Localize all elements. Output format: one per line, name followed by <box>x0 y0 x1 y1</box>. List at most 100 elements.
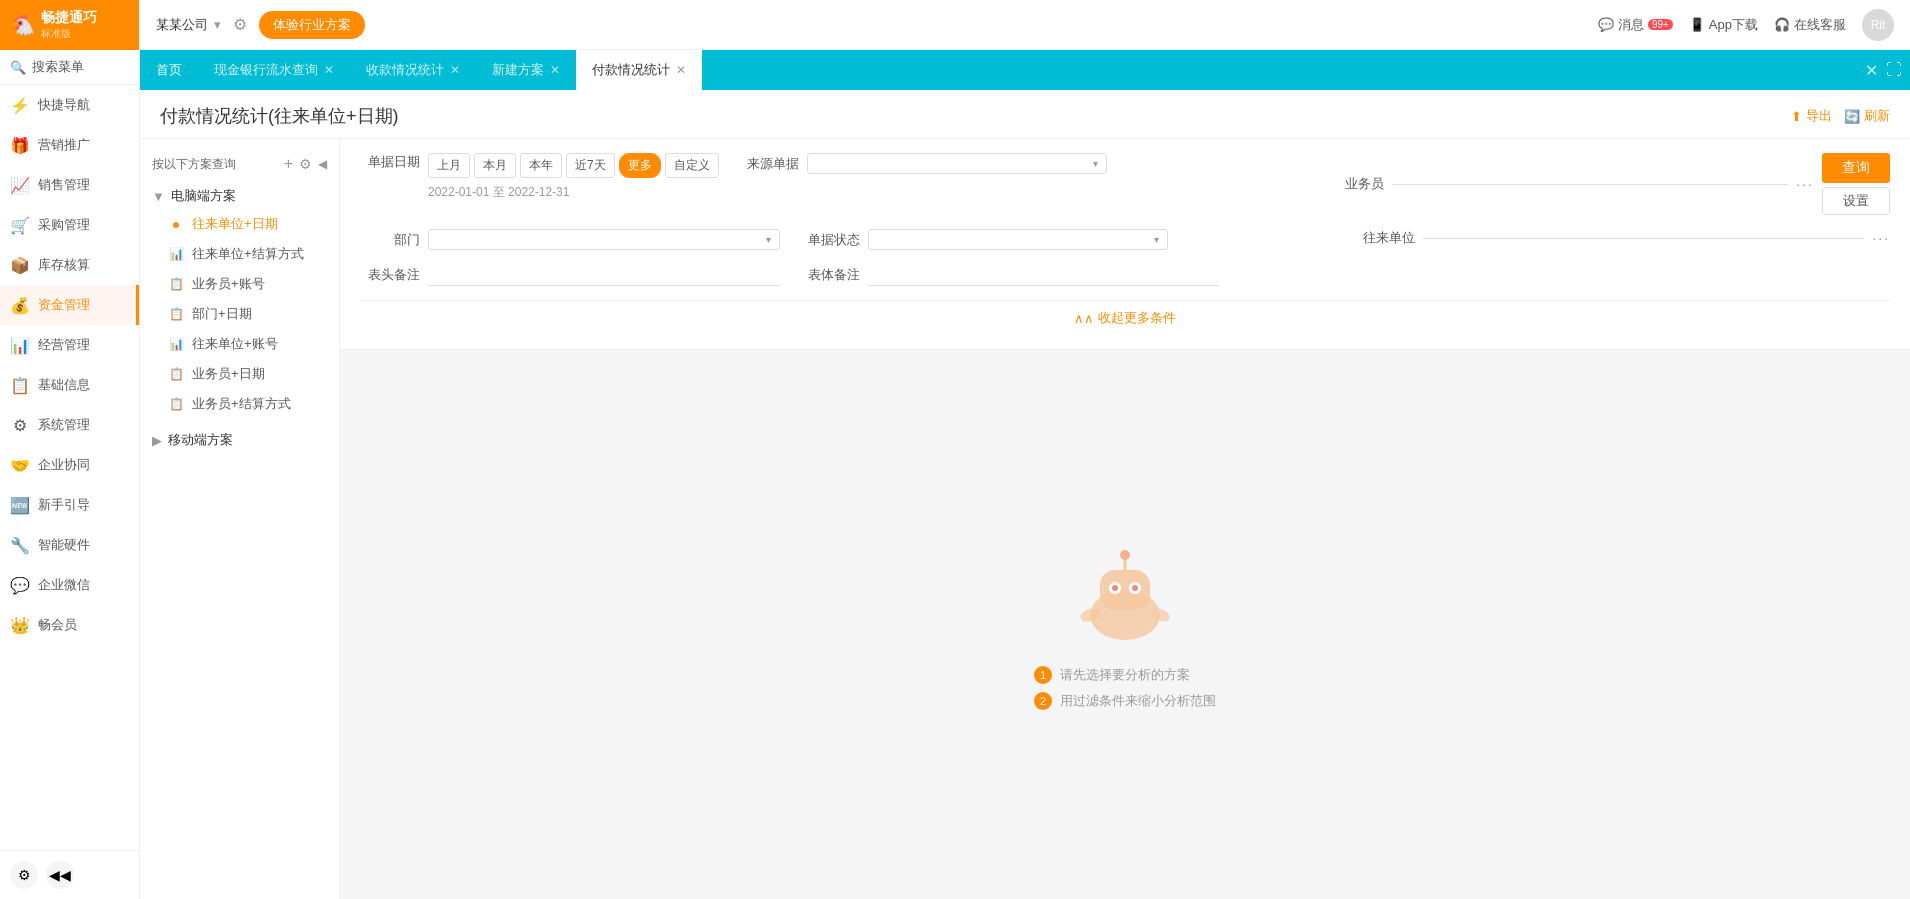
date-btn-last-month[interactable]: 上月 <box>428 153 470 178</box>
tab-cash-flow[interactable]: 现金银行流水查询 ✕ <box>198 50 350 90</box>
add-schema-icon[interactable]: + <box>284 155 293 173</box>
tab-close-icon[interactable]: ✕ <box>450 63 460 77</box>
date-btn-more[interactable]: 更多 <box>619 153 661 178</box>
sidebar-item-hardware[interactable]: 🔧 智能硬件 <box>0 525 139 565</box>
settings-bottom-icon[interactable]: ⚙ <box>10 861 38 889</box>
collapse-panel-icon[interactable]: ◀ <box>318 157 327 171</box>
dept-date-icon: 📋 <box>168 306 184 322</box>
mobile-group-title[interactable]: ▶ 移动端方案 <box>140 427 339 453</box>
filter-row-3: 表头备注 表体备注 <box>360 264 1890 286</box>
tab-label: 付款情况统计 <box>592 61 670 79</box>
sidebar-item-member[interactable]: 👑 畅会员 <box>0 605 139 645</box>
schema-item-staff-settle[interactable]: 📋 业务员+结算方式 <box>140 389 339 419</box>
source-select[interactable]: ▾ <box>807 153 1107 174</box>
online-service-btn[interactable]: 🎧 在线客服 <box>1774 16 1846 34</box>
sidebar-item-inventory[interactable]: 📦 库存核算 <box>0 245 139 285</box>
collapse-sidebar-icon[interactable]: ◀◀ <box>46 861 74 889</box>
tab-payment-stats[interactable]: 付款情况统计 ✕ <box>576 50 702 90</box>
logo-icon: 🐔 <box>10 13 35 37</box>
sidebar-item-enterprise[interactable]: 🤝 企业协同 <box>0 445 139 485</box>
left-panel: 按以下方案查询 + ⚙ ◀ ▼ 电脑端方案 ● 往来单位+日期 <box>140 139 340 899</box>
schema-item-partner-date[interactable]: ● 往来单位+日期 <box>140 209 339 239</box>
wechat-icon: 💬 <box>10 575 30 595</box>
date-btn-this-month[interactable]: 本月 <box>474 153 516 178</box>
svg-point-4 <box>1112 585 1118 591</box>
app-download-btn[interactable]: 📱 App下载 <box>1689 16 1758 34</box>
tab-home[interactable]: 首页 <box>140 50 198 90</box>
member-icon: 👑 <box>10 615 30 635</box>
search-menu[interactable]: 🔍 搜索菜单 <box>0 50 139 85</box>
sidebar-item-finance[interactable]: 💰 资金管理 <box>0 285 139 325</box>
empty-illustration <box>1065 540 1185 650</box>
schema-item-partner-account[interactable]: 📊 往来单位+账号 <box>140 329 339 359</box>
sidebar-item-system[interactable]: ⚙ 系统管理 <box>0 405 139 445</box>
search-icon: 🔍 <box>10 60 26 75</box>
schema-settings-icon[interactable]: ⚙ <box>299 156 312 172</box>
header-note-input[interactable] <box>428 264 780 286</box>
schema-item-label: 往来单位+结算方式 <box>192 245 304 263</box>
dept-select[interactable]: ▾ <box>428 229 780 250</box>
sidebar-bottom: ⚙ ◀◀ <box>0 850 139 899</box>
collapse-label: 收起更多条件 <box>1098 309 1176 327</box>
doc-status-select[interactable]: ▾ <box>868 229 1168 250</box>
user-avatar[interactable]: Rit <box>1862 9 1894 41</box>
date-btn-last-7days[interactable]: 近7天 <box>566 153 615 178</box>
sidebar-logo: 🐔 畅捷通巧 标准版 <box>0 0 139 50</box>
partner-filter: 往来单位 ··· <box>1355 229 1890 247</box>
date-label: 单据日期 <box>360 153 420 171</box>
date-btn-custom[interactable]: 自定义 <box>665 153 719 178</box>
schema-item-staff-date[interactable]: 📋 业务员+日期 <box>140 359 339 389</box>
sidebar-item-basic[interactable]: 📋 基础信息 <box>0 365 139 405</box>
settings-btn[interactable]: 设置 <box>1822 187 1890 215</box>
export-btn[interactable]: ⬆ 导出 <box>1791 107 1832 125</box>
sidebar-item-purchase[interactable]: 🛒 采购管理 <box>0 205 139 245</box>
tab-label: 新建方案 <box>492 61 544 79</box>
refresh-btn[interactable]: 🔄 刷新 <box>1844 107 1890 125</box>
tabs-close-all-icon[interactable]: ✕ <box>1865 61 1878 80</box>
dept-label: 部门 <box>360 231 420 249</box>
query-btn[interactable]: 查询 <box>1822 153 1890 183</box>
sidebar-item-guide[interactable]: 🆕 新手引导 <box>0 485 139 525</box>
sidebar-item-marketing[interactable]: 🎁 营销推广 <box>0 125 139 165</box>
tab-new-plan[interactable]: 新建方案 ✕ <box>476 50 576 90</box>
export-icon: ⬆ <box>1791 109 1802 124</box>
company-selector[interactable]: 某某公司 ▾ <box>156 16 221 34</box>
topbar-gear-icon[interactable]: ⚙ <box>233 15 247 34</box>
sidebar-item-label: 经营管理 <box>38 336 90 354</box>
collapse-more-btn[interactable]: ∧∧ 收起更多条件 <box>360 300 1890 335</box>
schema-item-label: 往来单位+日期 <box>192 215 278 233</box>
schema-item-dept-date[interactable]: 📋 部门+日期 <box>140 299 339 329</box>
mobile-schema-group: ▶ 移动端方案 <box>140 423 339 457</box>
sidebar: 🐔 畅捷通巧 标准版 🔍 搜索菜单 ⚡ 快捷导航 🎁 营销推广 📈 销售管理 🛒… <box>0 0 140 899</box>
schema-item-label: 业务员+日期 <box>192 365 265 383</box>
trial-btn[interactable]: 体验行业方案 <box>259 11 365 39</box>
sidebar-item-wechat[interactable]: 💬 企业微信 <box>0 565 139 605</box>
tab-close-icon[interactable]: ✕ <box>550 63 560 77</box>
messages-badge: 99+ <box>1648 19 1673 30</box>
partner-date-icon: ● <box>168 216 184 232</box>
sidebar-item-quick-nav[interactable]: ⚡ 快捷导航 <box>0 85 139 125</box>
tip-num-2: 2 <box>1034 692 1052 710</box>
date-btn-this-year[interactable]: 本年 <box>520 153 562 178</box>
tip-text-1: 请先选择要分析的方案 <box>1060 666 1190 684</box>
tab-collection[interactable]: 收款情况统计 ✕ <box>350 50 476 90</box>
tab-close-active-icon[interactable]: ✕ <box>676 63 686 77</box>
body-note-input[interactable] <box>868 264 1218 286</box>
schema-item-staff-account[interactable]: 📋 业务员+账号 <box>140 269 339 299</box>
sidebar-item-label: 快捷导航 <box>38 96 90 114</box>
sidebar-item-operations[interactable]: 📊 经营管理 <box>0 325 139 365</box>
messages-btn[interactable]: 💬 消息 99+ <box>1598 16 1673 34</box>
tabs-expand-icon[interactable]: ⛶ <box>1886 61 1902 79</box>
tab-close-icon[interactable]: ✕ <box>324 63 334 77</box>
desktop-group-title[interactable]: ▼ 电脑端方案 <box>140 183 339 209</box>
doc-status-arrow-icon: ▾ <box>1154 234 1159 245</box>
inventory-icon: 📦 <box>10 255 30 275</box>
empty-tips: 1 请先选择要分析的方案 2 用过滤条件来缩小分析范围 <box>1034 666 1216 710</box>
page-title: 付款情况统计(往来单位+日期) <box>160 104 399 128</box>
messages-label: 消息 <box>1618 16 1644 34</box>
schema-item-partner-settle[interactable]: 📊 往来单位+结算方式 <box>140 239 339 269</box>
sales-icon: 📈 <box>10 175 30 195</box>
partner-more-icon[interactable]: ··· <box>1872 230 1890 246</box>
sidebar-item-sales[interactable]: 📈 销售管理 <box>0 165 139 205</box>
staff-more-icon[interactable]: ··· <box>1796 176 1814 192</box>
